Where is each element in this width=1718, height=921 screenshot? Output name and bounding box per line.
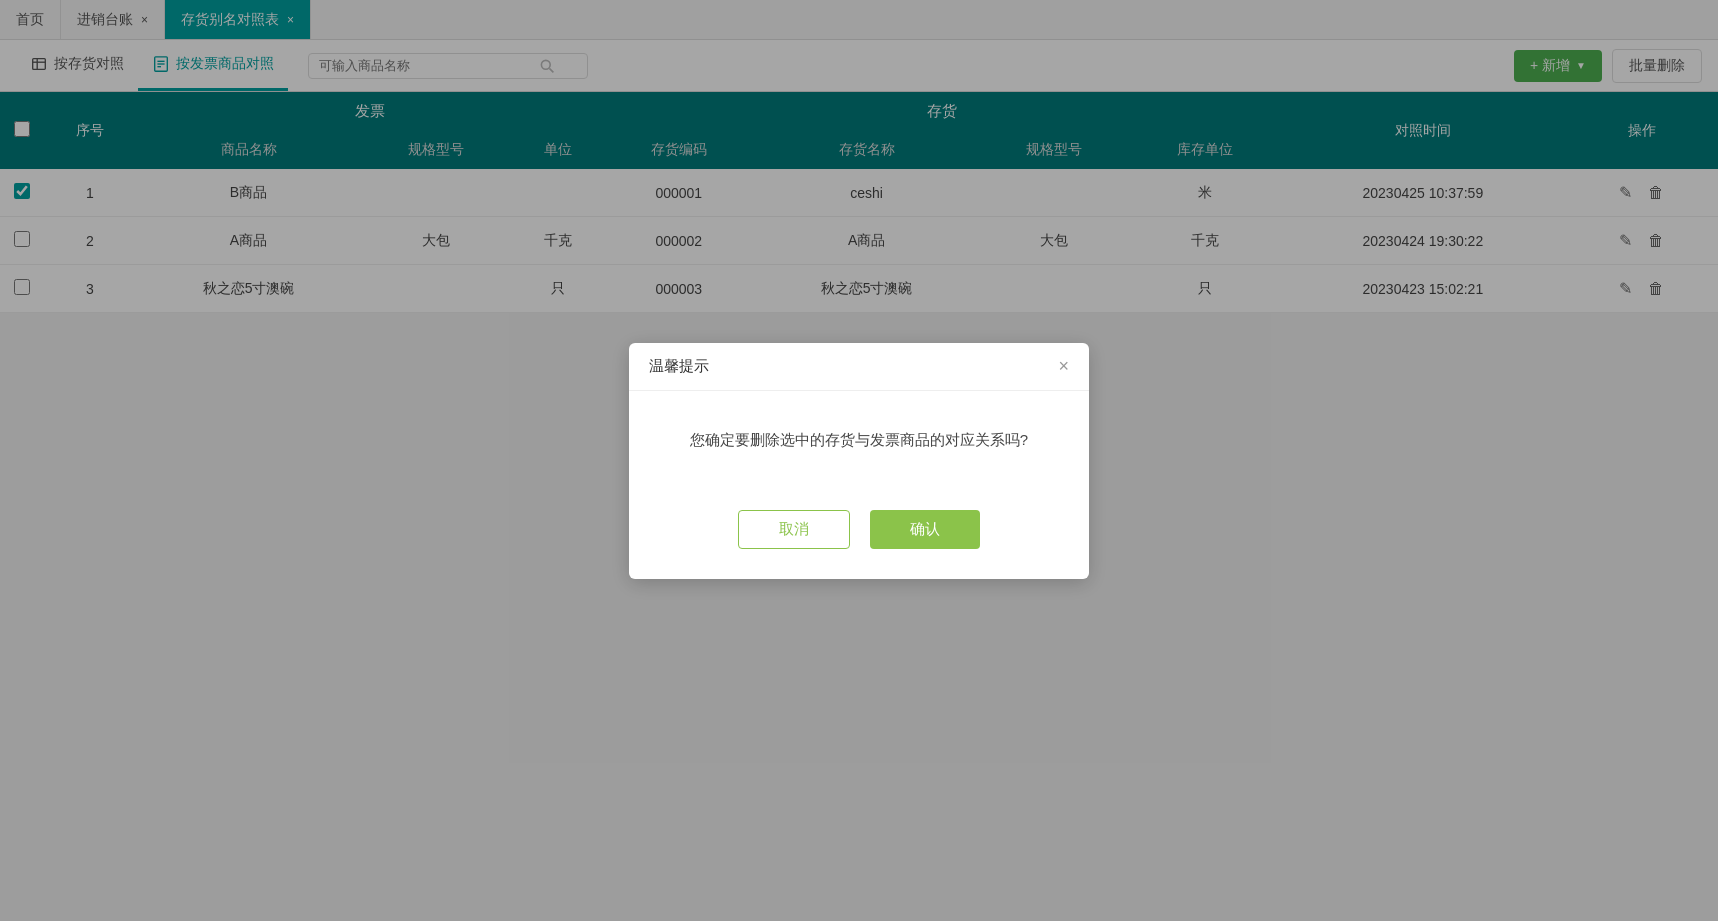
modal-overlay: 温馨提示 × 您确定要删除选中的存货与发票商品的对应关系吗? 取消 确认 <box>0 0 1718 313</box>
